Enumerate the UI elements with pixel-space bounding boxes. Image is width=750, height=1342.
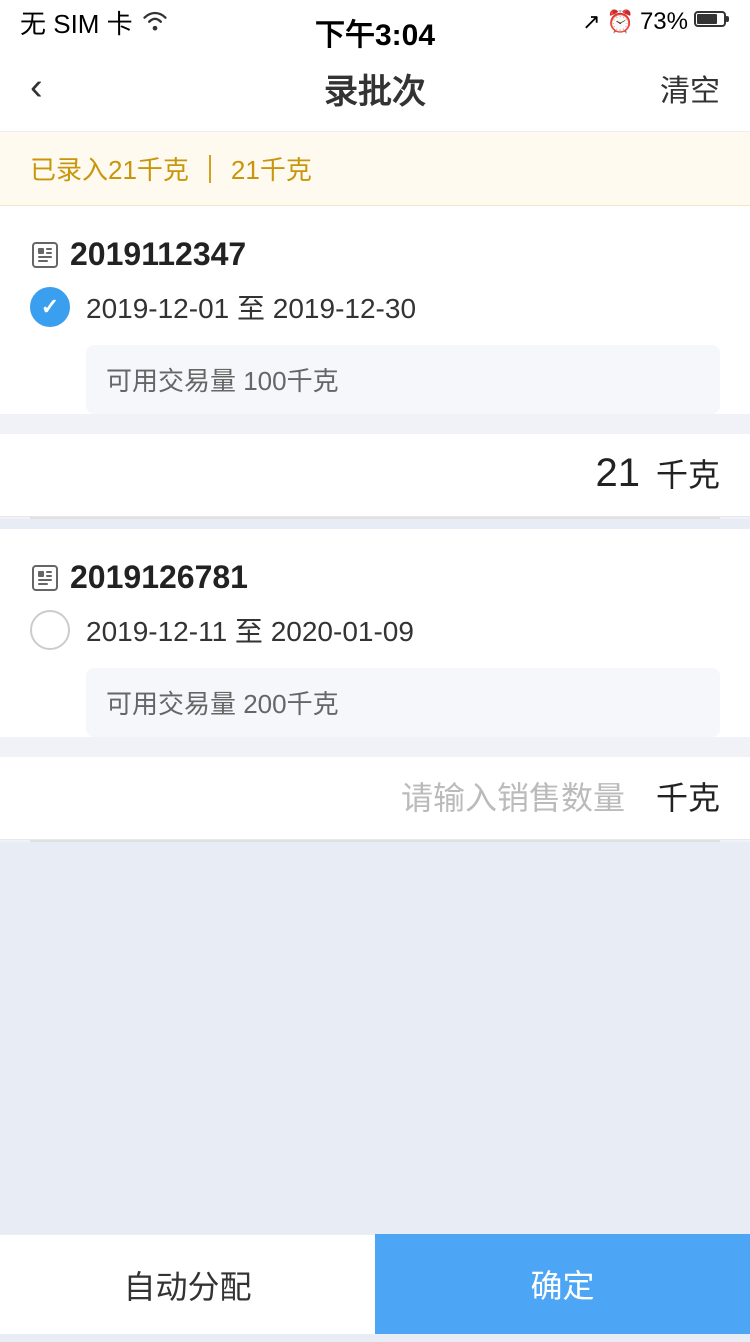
- nav-bar: ‹ 录批次 清空: [0, 44, 750, 132]
- quantity-input-2[interactable]: [220, 780, 640, 817]
- battery-icon: [694, 8, 730, 36]
- summary-banner: 已录入21千克 21千克: [0, 132, 750, 206]
- available-box-2: 可用交易量 200千克: [86, 668, 720, 737]
- confirm-label: 确定: [530, 1261, 594, 1307]
- batch-id-1: 2019112347: [70, 236, 246, 273]
- quantity-row-1: 21 千克: [0, 434, 750, 517]
- batch-card-2: 2019126781 2019-12-11 至 2020-01-09 可用交易量…: [0, 529, 750, 737]
- batch-header-2: 2019126781: [30, 559, 720, 596]
- radio-2[interactable]: [30, 610, 70, 650]
- batch-id-2: 2019126781: [70, 559, 248, 596]
- batch-icon-2: [30, 563, 60, 593]
- back-button[interactable]: ‹: [30, 66, 90, 109]
- confirm-button[interactable]: 确定: [375, 1234, 750, 1334]
- available-text-2: 可用交易量 200千克: [106, 689, 339, 719]
- clear-button[interactable]: 清空: [660, 66, 720, 110]
- batch-card-1: 2019112347 ✓ 2019-12-01 至 2019-12-30 可用交…: [0, 206, 750, 414]
- batch-icon-1: [30, 240, 60, 270]
- batch-date-2: 2019-12-11 至 2020-01-09: [86, 610, 414, 650]
- status-bar: 无 SIM 卡 下午3:04 ↗ ⏰ 73%: [0, 0, 750, 44]
- battery-percent: 73%: [640, 8, 688, 36]
- summary-divider: [209, 155, 211, 183]
- available-box-1: 可用交易量 100千克: [86, 345, 720, 414]
- quantity-value-1: 21: [595, 451, 640, 496]
- wifi-icon: [141, 7, 169, 38]
- batch-date-1: 2019-12-01 至 2019-12-30: [86, 287, 416, 327]
- input-row-2[interactable]: 千克: [0, 757, 750, 840]
- section-divider: [0, 519, 750, 529]
- status-right: ↗ ⏰ 73%: [582, 8, 730, 36]
- batch-date-row-2[interactable]: 2019-12-11 至 2020-01-09: [30, 610, 720, 650]
- check-mark-1: ✓: [41, 294, 59, 320]
- auto-distribute-button[interactable]: 自动分配: [0, 1234, 375, 1334]
- input-unit-2: 千克: [656, 773, 720, 819]
- carrier-text: 无 SIM 卡: [20, 4, 133, 41]
- page-title: 录批次: [324, 44, 426, 132]
- summary-value: 21千克: [231, 150, 312, 187]
- status-left: 无 SIM 卡: [20, 4, 169, 41]
- summary-label: 已录入21千克: [30, 150, 189, 187]
- batch-header-1: 2019112347: [30, 236, 720, 273]
- quantity-unit-1: 千克: [656, 450, 720, 496]
- radio-1[interactable]: ✓: [30, 287, 70, 327]
- alarm-icon: ⏰: [607, 9, 634, 35]
- bottom-bar: 自动分配 确定: [0, 1234, 750, 1334]
- batch-date-row-1[interactable]: ✓ 2019-12-01 至 2019-12-30: [30, 287, 720, 327]
- auto-distribute-label: 自动分配: [123, 1262, 251, 1308]
- available-text-1: 可用交易量 100千克: [106, 366, 339, 396]
- location-icon: ↗: [582, 9, 600, 35]
